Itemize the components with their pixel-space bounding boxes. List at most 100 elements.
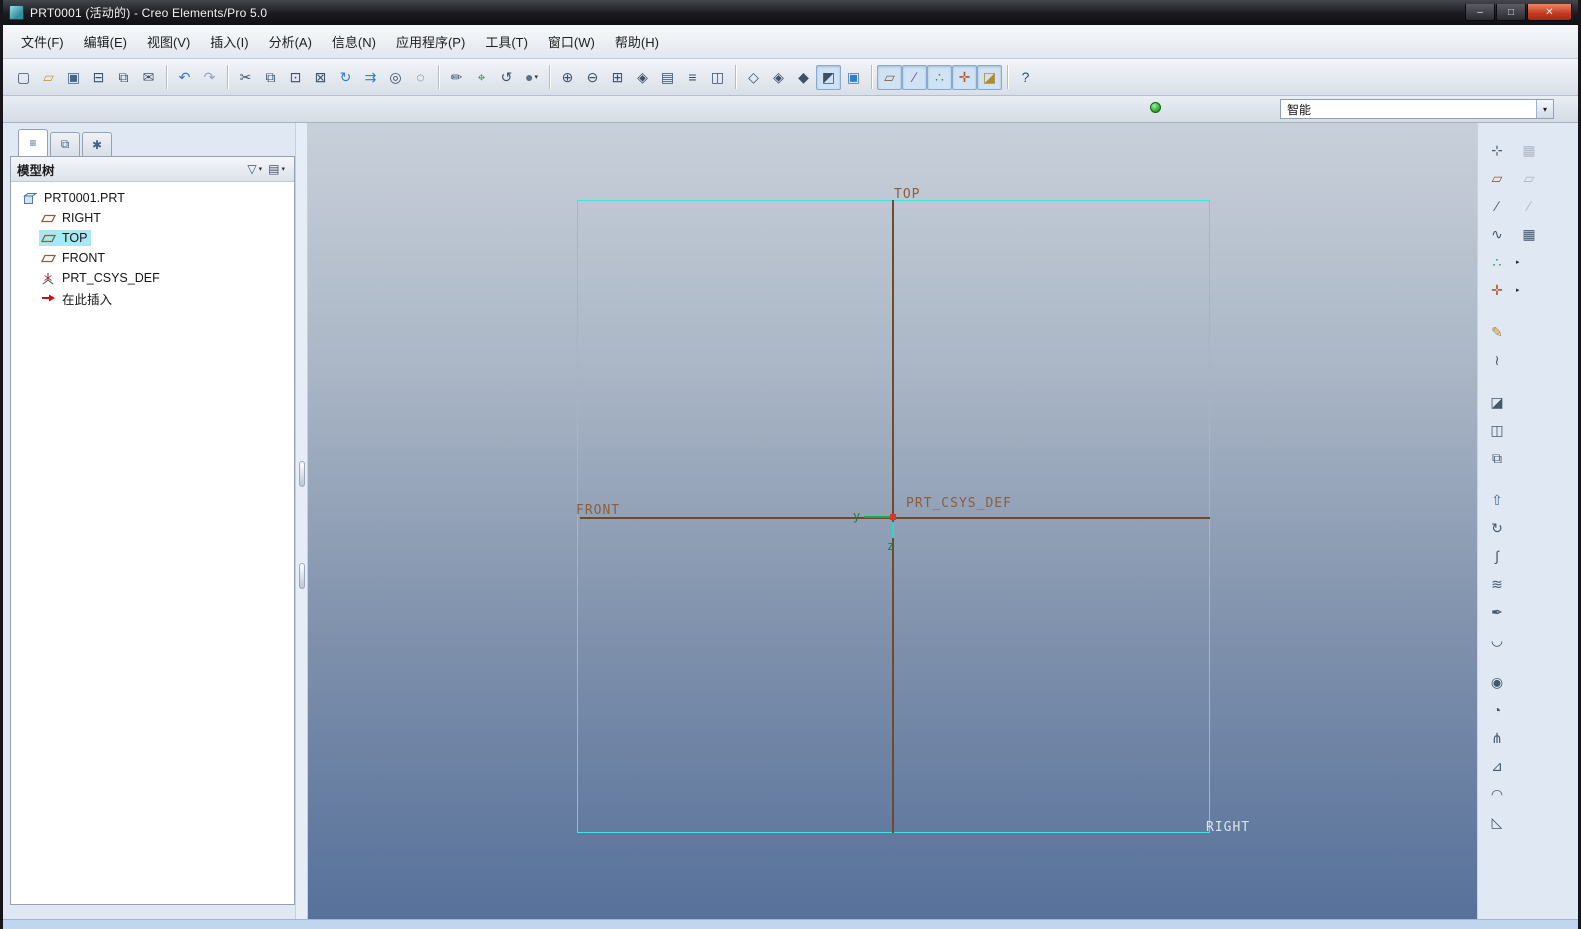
zoom-in-button[interactable]: ⊕ (555, 65, 580, 90)
repaint-button[interactable]: ✏ (444, 65, 469, 90)
chamfer-button[interactable]: ◺ (1484, 809, 1510, 835)
saved-views-button[interactable]: ▤ (655, 65, 680, 90)
hole-button[interactable]: ◉ (1484, 669, 1510, 695)
menu-window[interactable]: 窗口(W) (538, 28, 605, 55)
copy-geometry-button[interactable]: ⧉ (1484, 445, 1510, 471)
menu-file[interactable]: 文件(F) (11, 28, 74, 55)
regenerate-button[interactable]: ↻ (333, 65, 358, 90)
panel-splitter[interactable] (295, 123, 308, 919)
open-file-button[interactable]: ▱ (36, 65, 61, 90)
graphics-viewport[interactable]: TOP FRONT PRT_CSYS_DEF RIGHT y z (308, 123, 1477, 919)
datum-axis-display-toggle[interactable]: ∕ (902, 64, 927, 90)
revolve-button[interactable]: ↻ (1484, 515, 1510, 541)
tree-node-part[interactable]: PRT0001.PRT (11, 188, 294, 208)
tree-filter-button[interactable]: ▽ ▾ (244, 160, 265, 178)
close-button[interactable]: ✕ (1527, 4, 1572, 21)
right-plane-label[interactable]: RIGHT (1206, 820, 1250, 835)
csys-origin-icon[interactable] (890, 514, 896, 520)
menu-tools[interactable]: 工具(T) (475, 28, 538, 55)
chevron-down-icon[interactable]: ▾ (1536, 100, 1553, 118)
datum-curve-button[interactable]: ∿ (1484, 221, 1510, 247)
datum-plane-display-toggle[interactable]: ▱ (877, 64, 902, 90)
redo-button[interactable]: ↷ (197, 65, 222, 90)
boundary-blend-button[interactable]: ≋ (1484, 571, 1510, 597)
flyout-arrow-icon[interactable]: ▸ (1516, 258, 1520, 266)
chevron-down-icon[interactable]: ▾ (534, 73, 538, 81)
print-button[interactable]: ⊟ (86, 65, 111, 90)
analysis-tool-button[interactable]: ≀ (1484, 347, 1510, 373)
find-button[interactable]: ◎ (383, 65, 408, 90)
zoom-out-button[interactable]: ⊖ (580, 65, 605, 90)
layers-button[interactable]: ≡ (680, 65, 705, 90)
shaded-display-button[interactable]: ◩ (816, 64, 841, 90)
tree-node-front[interactable]: FRONT (11, 248, 294, 268)
plane-display-button[interactable]: ◫ (1484, 417, 1510, 443)
tree-node-insert-here[interactable]: 在此插入 (11, 288, 294, 308)
chevron-down-icon[interactable]: ▾ (281, 165, 285, 173)
graph-table-button[interactable]: ▦ (1516, 221, 1542, 247)
minimize-button[interactable]: – (1465, 4, 1495, 21)
paste-button[interactable]: ⊡ (283, 65, 308, 90)
shell-button[interactable]: ◔ (1484, 697, 1510, 723)
maximize-button[interactable]: □ (1496, 4, 1526, 21)
regen-manager-button[interactable]: ⇉ (358, 65, 383, 90)
wireframe-display-button[interactable]: ◇ (741, 65, 766, 90)
cut-button[interactable]: ✂ (233, 65, 258, 90)
shading-sphere-button[interactable]: ● ▾ (519, 65, 544, 90)
tree-node-csys[interactable]: PRT_CSYS_DEF (11, 268, 294, 288)
rib-button[interactable]: ⋔ (1484, 725, 1510, 751)
datum-axis-button[interactable]: ∕ (1484, 193, 1510, 219)
menu-applications[interactable]: 应用程序(P) (386, 28, 475, 55)
sweep-button[interactable]: ∫ (1484, 543, 1510, 569)
front-plane-label[interactable]: FRONT (576, 503, 620, 518)
tree-columns-button[interactable]: ▤ ▾ (265, 160, 288, 178)
insert-datum-button[interactable]: ⊹ (1484, 137, 1510, 163)
undo-button[interactable]: ↶ (172, 65, 197, 90)
spin-center-button[interactable]: ⌖ (469, 65, 494, 90)
send-mail-button[interactable]: ✉ (136, 65, 161, 90)
tab-favorites[interactable]: ✱ (82, 132, 112, 156)
hiddenline-display-button[interactable]: ◈ (766, 65, 791, 90)
paste-special-button[interactable]: ⊠ (308, 65, 333, 90)
coordinate-system-button[interactable]: ✛ (1484, 277, 1510, 303)
freestyle-tool-button[interactable]: ◡ (1484, 627, 1510, 653)
datum-point-button[interactable]: ∴ (1484, 249, 1510, 275)
sketch-plane-button[interactable]: ◪ (1484, 389, 1510, 415)
menu-analysis[interactable]: 分析(A) (259, 28, 322, 55)
point-display-toggle[interactable]: ∴ (927, 64, 952, 90)
flyout-arrow-icon[interactable]: ▸ (1516, 286, 1520, 294)
style-tool-button[interactable]: ✒ (1484, 599, 1510, 625)
draft-button[interactable]: ⊿ (1484, 753, 1510, 779)
menu-insert[interactable]: 插入(I) (200, 28, 258, 55)
select-box-button[interactable]: ◌ (408, 65, 433, 90)
print-preview-button[interactable]: ⧉ (111, 65, 136, 90)
panel-collapse-handle[interactable] (299, 563, 305, 589)
round-button[interactable]: ◠ (1484, 781, 1510, 807)
realism-display-button[interactable]: ▣ (841, 65, 866, 90)
tab-folder-browser[interactable]: ⧉ (50, 132, 80, 156)
z-axis-icon[interactable] (892, 522, 894, 538)
annotation-display-toggle[interactable]: ◪ (977, 64, 1002, 90)
sketch-tool-button[interactable]: ✎ (1484, 319, 1510, 345)
top-plane-label[interactable]: TOP (894, 187, 920, 202)
save-button[interactable]: ▣ (61, 65, 86, 90)
refit-button[interactable]: ⊞ (605, 65, 630, 90)
menu-help[interactable]: 帮助(H) (605, 28, 669, 55)
new-file-button[interactable]: ▢ (11, 65, 36, 90)
extrude-button[interactable]: ⇧ (1484, 487, 1510, 513)
tree-node-right[interactable]: RIGHT (11, 208, 294, 228)
datum-plane-button[interactable]: ▱ (1484, 165, 1510, 191)
menu-edit[interactable]: 编辑(E) (74, 28, 137, 55)
csys-display-toggle[interactable]: ✛ (952, 64, 977, 90)
tree-node-top[interactable]: TOP (11, 228, 294, 248)
menu-info[interactable]: 信息(N) (322, 28, 386, 55)
panel-collapse-handle[interactable] (299, 461, 305, 487)
menu-view[interactable]: 视图(V) (137, 28, 200, 55)
copy-button[interactable]: ⧉ (258, 65, 283, 90)
selection-filter-combo[interactable]: 智能 ▾ (1280, 99, 1554, 119)
nohidden-display-button[interactable]: ◆ (791, 65, 816, 90)
context-help-button[interactable]: ? (1013, 65, 1038, 90)
view-manager-button[interactable]: ◫ (705, 65, 730, 90)
chevron-down-icon[interactable]: ▾ (259, 165, 263, 173)
orient-mode-button[interactable]: ↺ (494, 65, 519, 90)
